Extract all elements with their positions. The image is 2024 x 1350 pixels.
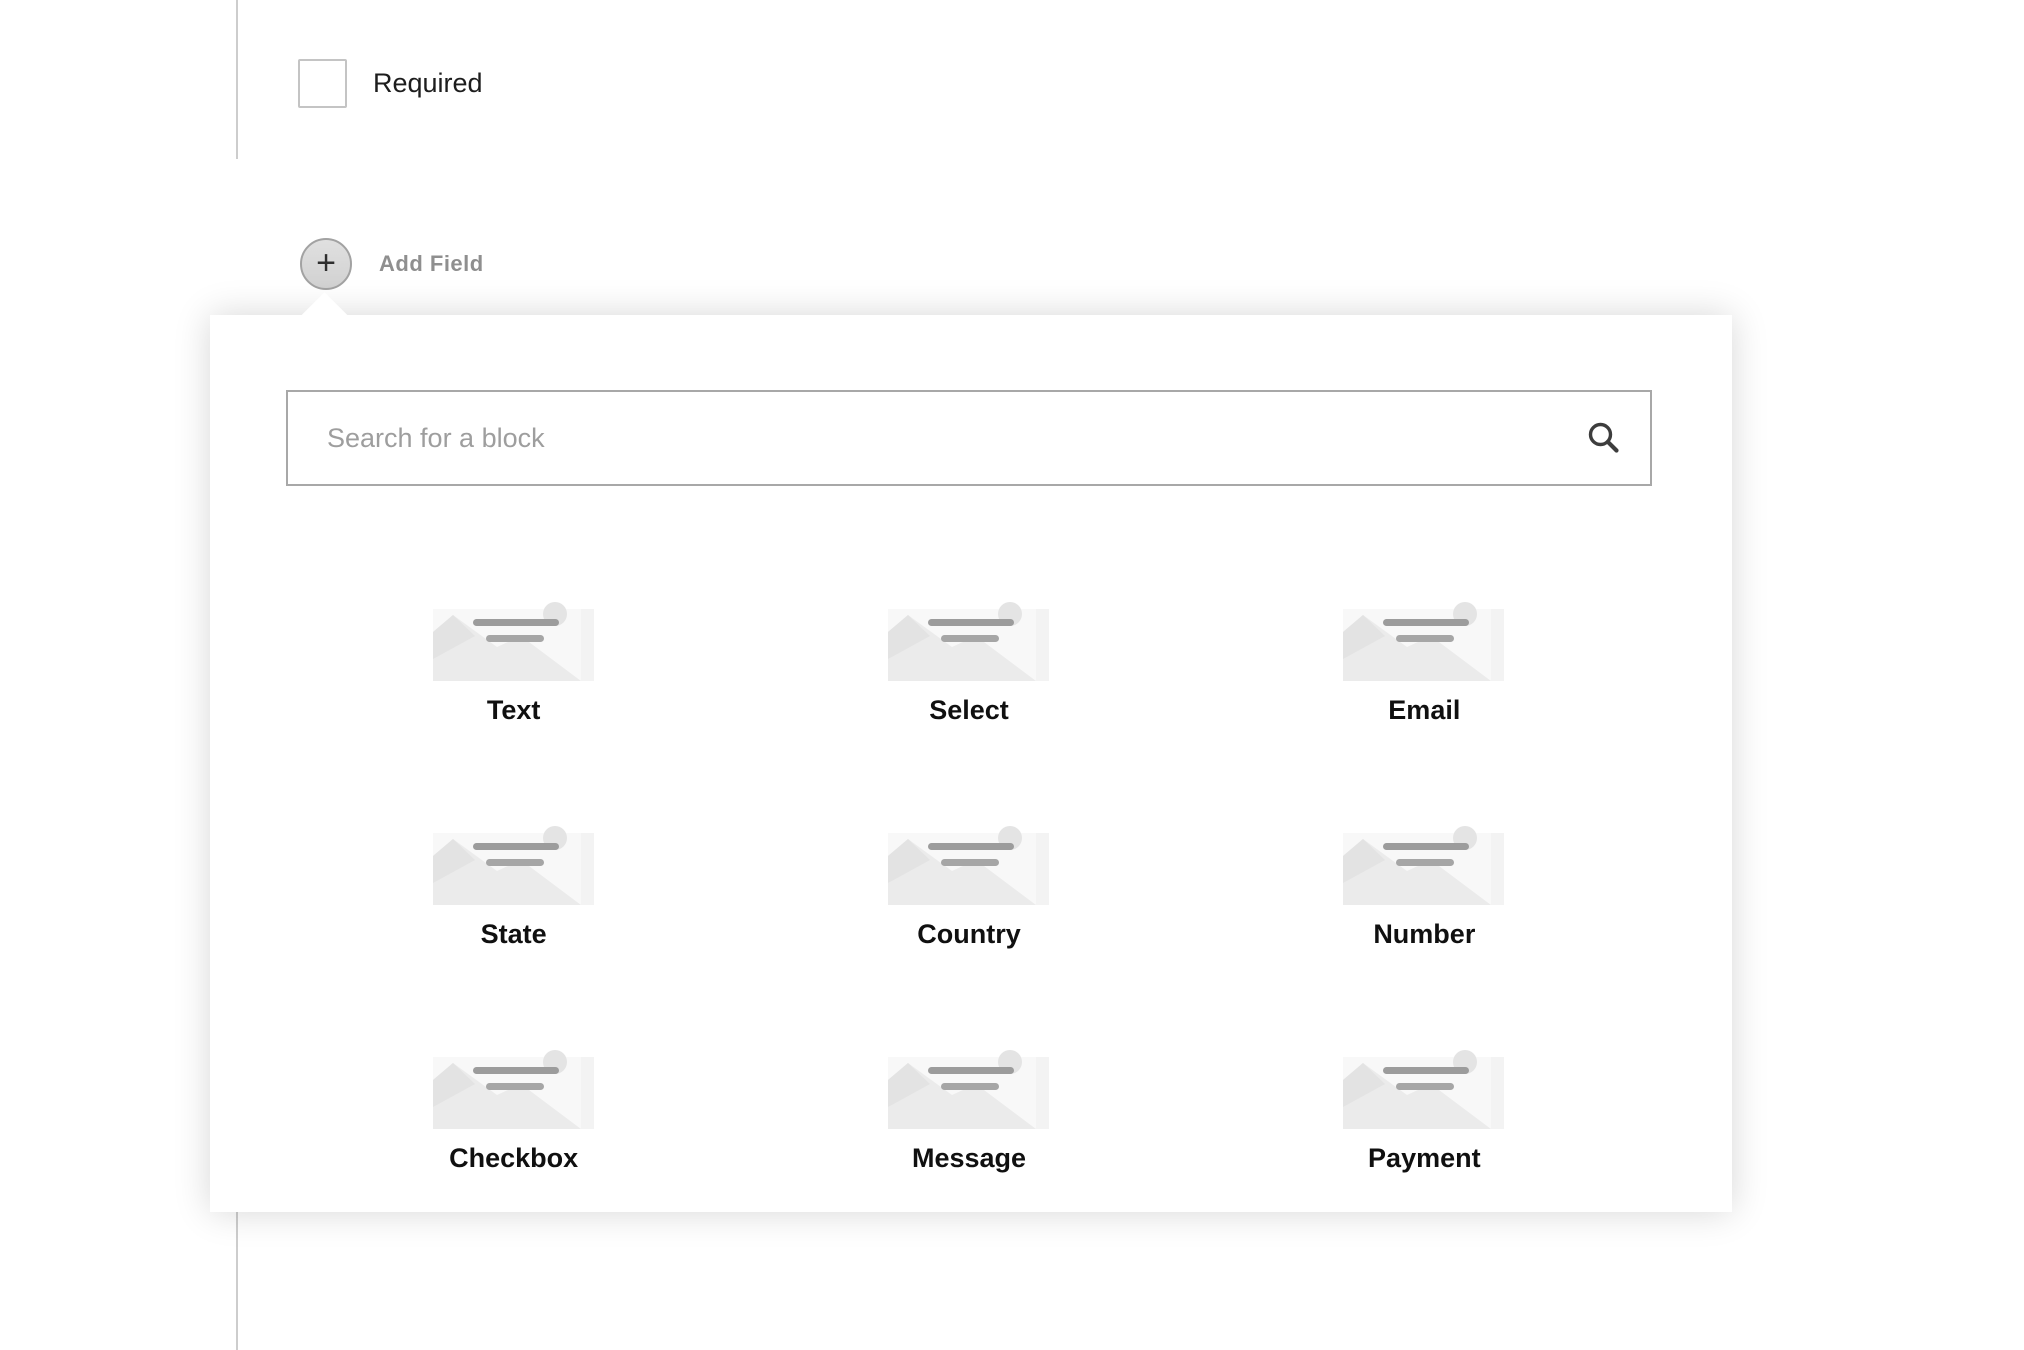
plus-icon[interactable]: + bbox=[300, 238, 352, 290]
popover-arrow bbox=[301, 292, 348, 339]
add-field-button[interactable]: + Add Field bbox=[300, 238, 484, 290]
block-label: State bbox=[480, 919, 547, 949]
block-label: Message bbox=[911, 1143, 1027, 1173]
image-placeholder-icon bbox=[1343, 602, 1505, 681]
block-item-payment[interactable]: Payment bbox=[1197, 1049, 1652, 1273]
required-checkbox[interactable] bbox=[298, 59, 347, 108]
add-field-label: Add Field bbox=[379, 251, 484, 276]
image-placeholder-icon bbox=[432, 826, 594, 905]
block-item-select[interactable]: Select bbox=[741, 601, 1196, 825]
block-label: Number bbox=[1373, 919, 1476, 949]
block-item-text[interactable]: Text bbox=[286, 601, 741, 825]
block-label: Checkbox bbox=[449, 1143, 579, 1173]
image-placeholder-icon bbox=[432, 602, 594, 681]
form-left-border-bottom bbox=[236, 1212, 238, 1350]
required-label: Required bbox=[373, 68, 483, 98]
block-item-checkbox[interactable]: Checkbox bbox=[286, 1049, 741, 1273]
block-label: Email bbox=[1388, 695, 1461, 725]
block-item-message[interactable]: Message bbox=[741, 1049, 1196, 1273]
form-left-border-top bbox=[236, 0, 238, 159]
block-item-number[interactable]: Number bbox=[1197, 825, 1652, 1049]
image-placeholder-icon bbox=[887, 602, 1049, 681]
block-item-email[interactable]: Email bbox=[1197, 601, 1652, 825]
search-icon[interactable] bbox=[1586, 420, 1622, 456]
image-placeholder-icon bbox=[1343, 826, 1505, 905]
search-input[interactable] bbox=[286, 390, 1652, 486]
block-label: Country bbox=[917, 919, 1021, 949]
image-placeholder-icon bbox=[887, 826, 1049, 905]
required-row: Required bbox=[298, 59, 483, 108]
block-item-state[interactable]: State bbox=[286, 825, 741, 1049]
image-placeholder-icon bbox=[1343, 1050, 1505, 1129]
page-canvas: Required + Add Field Search for a block … bbox=[0, 0, 2024, 1350]
image-placeholder-icon bbox=[887, 1050, 1049, 1129]
search-box bbox=[286, 390, 1652, 486]
add-field-popover: Text Select bbox=[210, 292, 1732, 1212]
block-label: Payment bbox=[1368, 1143, 1481, 1173]
block-label: Text bbox=[486, 695, 541, 725]
block-label: Select bbox=[929, 695, 1009, 725]
block-item-country[interactable]: Country bbox=[741, 825, 1196, 1049]
block-grid: Text Select Email State Country Number C… bbox=[286, 601, 1652, 1273]
image-placeholder-icon bbox=[432, 1050, 594, 1129]
